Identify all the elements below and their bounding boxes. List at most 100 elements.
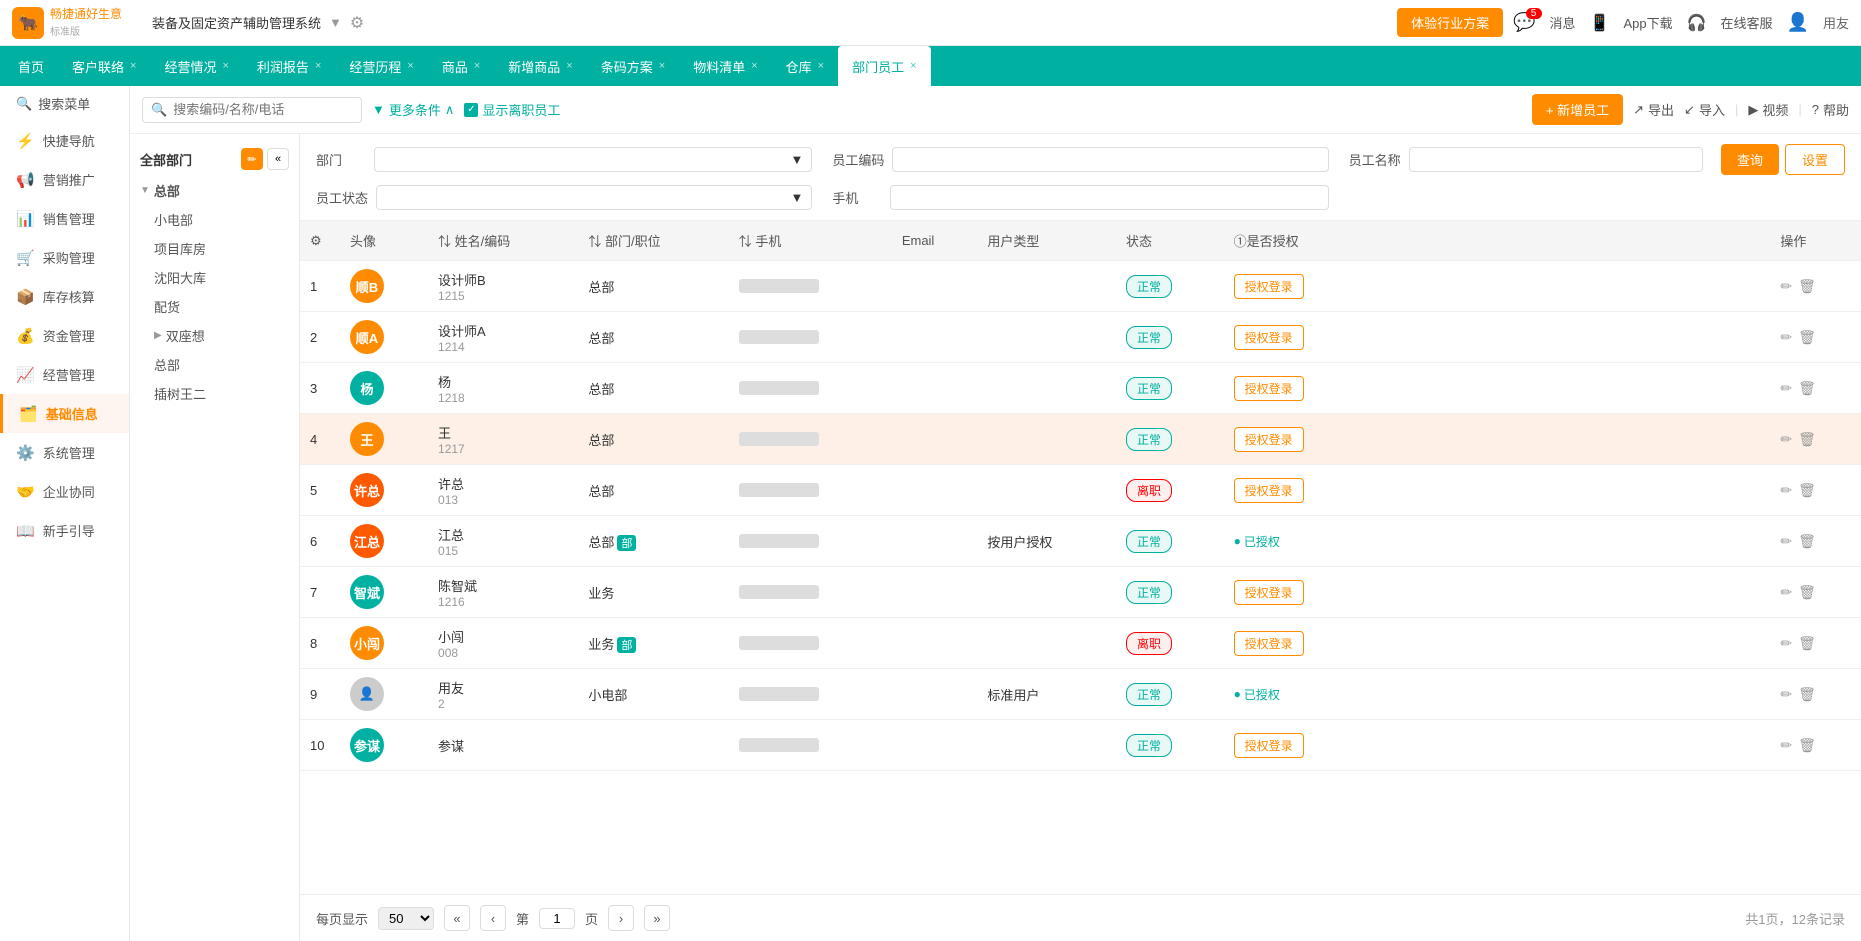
- edit-icon-5[interactable]: ✏: [1780, 533, 1792, 550]
- sidebar-item-4[interactable]: 🛒采购管理: [0, 238, 129, 277]
- sidebar-search[interactable]: 🔍 搜索菜单: [0, 86, 129, 121]
- col-name[interactable]: ⇅ 姓名/编码: [428, 221, 578, 261]
- cell-auth-3[interactable]: 授权登录: [1224, 414, 1371, 465]
- edit-icon-4[interactable]: ✏: [1780, 482, 1792, 499]
- edit-icon-2[interactable]: ✏: [1780, 380, 1792, 397]
- first-page-btn[interactable]: «: [444, 905, 470, 931]
- next-page-btn[interactable]: ›: [608, 905, 634, 931]
- filter-dept-select[interactable]: ▼: [374, 147, 812, 172]
- sidebar-item-6[interactable]: 💰资金管理: [0, 316, 129, 355]
- page-input[interactable]: [539, 908, 575, 929]
- cell-auth-1[interactable]: 授权登录: [1224, 312, 1371, 363]
- sidebar-item-3[interactable]: 📊销售管理: [0, 199, 129, 238]
- delete-icon-8[interactable]: 🗑: [1798, 686, 1816, 703]
- sidebar-item-9[interactable]: ⚙️系统管理: [0, 433, 129, 472]
- edit-icon-8[interactable]: ✏: [1780, 686, 1792, 703]
- user-label[interactable]: 用友: [1823, 13, 1849, 32]
- edit-icon-6[interactable]: ✏: [1780, 584, 1792, 601]
- tab-close-icon-6[interactable]: ×: [566, 60, 572, 72]
- col-settings[interactable]: ⚙: [300, 221, 340, 261]
- nav-tab-10[interactable]: 部门员工×: [838, 46, 930, 86]
- nav-tab-0[interactable]: 首页: [4, 46, 58, 86]
- nav-tab-8[interactable]: 物料清单×: [679, 46, 771, 86]
- tab-close-icon-4[interactable]: ×: [407, 60, 413, 72]
- nav-tab-1[interactable]: 客户联络×: [58, 46, 150, 86]
- search-input[interactable]: [173, 102, 353, 117]
- filter-status-select[interactable]: ▼: [376, 185, 812, 210]
- delete-icon-4[interactable]: 🗑: [1798, 482, 1816, 499]
- dept-item-4[interactable]: 配货: [130, 292, 299, 321]
- dept-item-5[interactable]: ▶双座想: [130, 321, 299, 350]
- nav-tab-2[interactable]: 经营情况×: [150, 46, 242, 86]
- cell-auth-6[interactable]: 授权登录: [1224, 567, 1371, 618]
- delete-icon-3[interactable]: 🗑: [1798, 431, 1816, 448]
- cell-auth-4[interactable]: 授权登录: [1224, 465, 1371, 516]
- nav-tab-3[interactable]: 利润报告×: [243, 46, 335, 86]
- auth-btn-6[interactable]: 授权登录: [1234, 580, 1304, 605]
- edit-icon-9[interactable]: ✏: [1780, 737, 1792, 754]
- dept-item-7[interactable]: 插树王二: [130, 379, 299, 408]
- col-phone[interactable]: ⇅ 手机: [729, 221, 892, 261]
- dept-item-0[interactable]: ▼总部: [130, 176, 299, 205]
- settings-icon[interactable]: ⚙: [350, 13, 364, 33]
- prev-page-btn[interactable]: ‹: [480, 905, 506, 931]
- cell-auth-9[interactable]: 授权登录: [1224, 720, 1371, 771]
- auth-btn-2[interactable]: 授权登录: [1234, 376, 1304, 401]
- sidebar-item-5[interactable]: 📦库存核算: [0, 277, 129, 316]
- nav-tab-6[interactable]: 新增商品×: [494, 46, 586, 86]
- tab-close-icon-3[interactable]: ×: [315, 60, 321, 72]
- sidebar-item-1[interactable]: ⚡快捷导航: [0, 121, 129, 160]
- delete-icon-9[interactable]: 🗑: [1798, 737, 1816, 754]
- nav-tab-9[interactable]: 仓库×: [772, 46, 838, 86]
- search-box[interactable]: 🔍: [142, 97, 362, 123]
- delete-icon-7[interactable]: 🗑: [1798, 635, 1816, 652]
- cell-auth-0[interactable]: 授权登录: [1224, 261, 1371, 312]
- app-download-icon[interactable]: 📱: [1590, 13, 1610, 33]
- edit-icon-0[interactable]: ✏: [1780, 278, 1792, 295]
- delete-icon-6[interactable]: 🗑: [1798, 584, 1816, 601]
- nav-tab-4[interactable]: 经营历程×: [335, 46, 427, 86]
- more-filter-btn[interactable]: ▼ 更多条件 ∧: [372, 100, 454, 119]
- dept-item-6[interactable]: 总部: [130, 350, 299, 379]
- auth-btn-7[interactable]: 授权登录: [1234, 631, 1304, 656]
- tab-close-icon-1[interactable]: ×: [130, 60, 136, 72]
- tab-close-icon-7[interactable]: ×: [659, 60, 665, 72]
- query-button[interactable]: 查询: [1721, 144, 1779, 175]
- dept-item-2[interactable]: 项目库房: [130, 234, 299, 263]
- col-dept[interactable]: ⇅ 部门/职位: [578, 221, 728, 261]
- auth-btn-4[interactable]: 授权登录: [1234, 478, 1304, 503]
- add-employee-button[interactable]: + 新增员工: [1532, 94, 1623, 125]
- tab-close-icon-8[interactable]: ×: [751, 60, 757, 72]
- sidebar-item-2[interactable]: 📢营销推广: [0, 160, 129, 199]
- last-page-btn[interactable]: »: [644, 905, 670, 931]
- sidebar-item-11[interactable]: 📖新手引导: [0, 511, 129, 550]
- edit-icon-7[interactable]: ✏: [1780, 635, 1792, 652]
- view-button[interactable]: ▶ 视频: [1748, 100, 1788, 119]
- filter-emp-name-input[interactable]: [1409, 147, 1703, 172]
- auth-btn-0[interactable]: 授权登录: [1234, 274, 1304, 299]
- sidebar-item-7[interactable]: 📈经营管理: [0, 355, 129, 394]
- help-button[interactable]: ? 帮助: [1812, 100, 1849, 119]
- delete-icon-0[interactable]: 🗑: [1798, 278, 1816, 295]
- dept-collapse-btn[interactable]: «: [267, 148, 289, 170]
- filter-phone-input[interactable]: [890, 185, 1328, 210]
- nav-tab-5[interactable]: 商品×: [428, 46, 494, 86]
- delete-icon-5[interactable]: 🗑: [1798, 533, 1816, 550]
- import-button[interactable]: ↙ 导入: [1684, 100, 1725, 119]
- dept-item-1[interactable]: 小电部: [130, 205, 299, 234]
- dept-item-3[interactable]: 沈阳大库: [130, 263, 299, 292]
- export-button[interactable]: ↗ 导出: [1633, 100, 1674, 119]
- edit-icon-3[interactable]: ✏: [1780, 431, 1792, 448]
- sidebar-item-8[interactable]: 🗂️基础信息: [0, 394, 129, 433]
- service-icon[interactable]: 🎧: [1687, 13, 1707, 33]
- dept-edit-btn[interactable]: ✏: [241, 148, 263, 170]
- cell-auth-7[interactable]: 授权登录: [1224, 618, 1371, 669]
- sidebar-item-10[interactable]: 🤝企业协同: [0, 472, 129, 511]
- delete-icon-1[interactable]: 🗑: [1798, 329, 1816, 346]
- reset-button[interactable]: 设置: [1785, 144, 1845, 175]
- auth-btn-1[interactable]: 授权登录: [1234, 325, 1304, 350]
- tab-close-icon-10[interactable]: ×: [910, 60, 916, 72]
- tab-close-icon-5[interactable]: ×: [474, 60, 480, 72]
- trial-button[interactable]: 体验行业方案: [1397, 8, 1503, 37]
- nav-tab-7[interactable]: 条码方案×: [587, 46, 679, 86]
